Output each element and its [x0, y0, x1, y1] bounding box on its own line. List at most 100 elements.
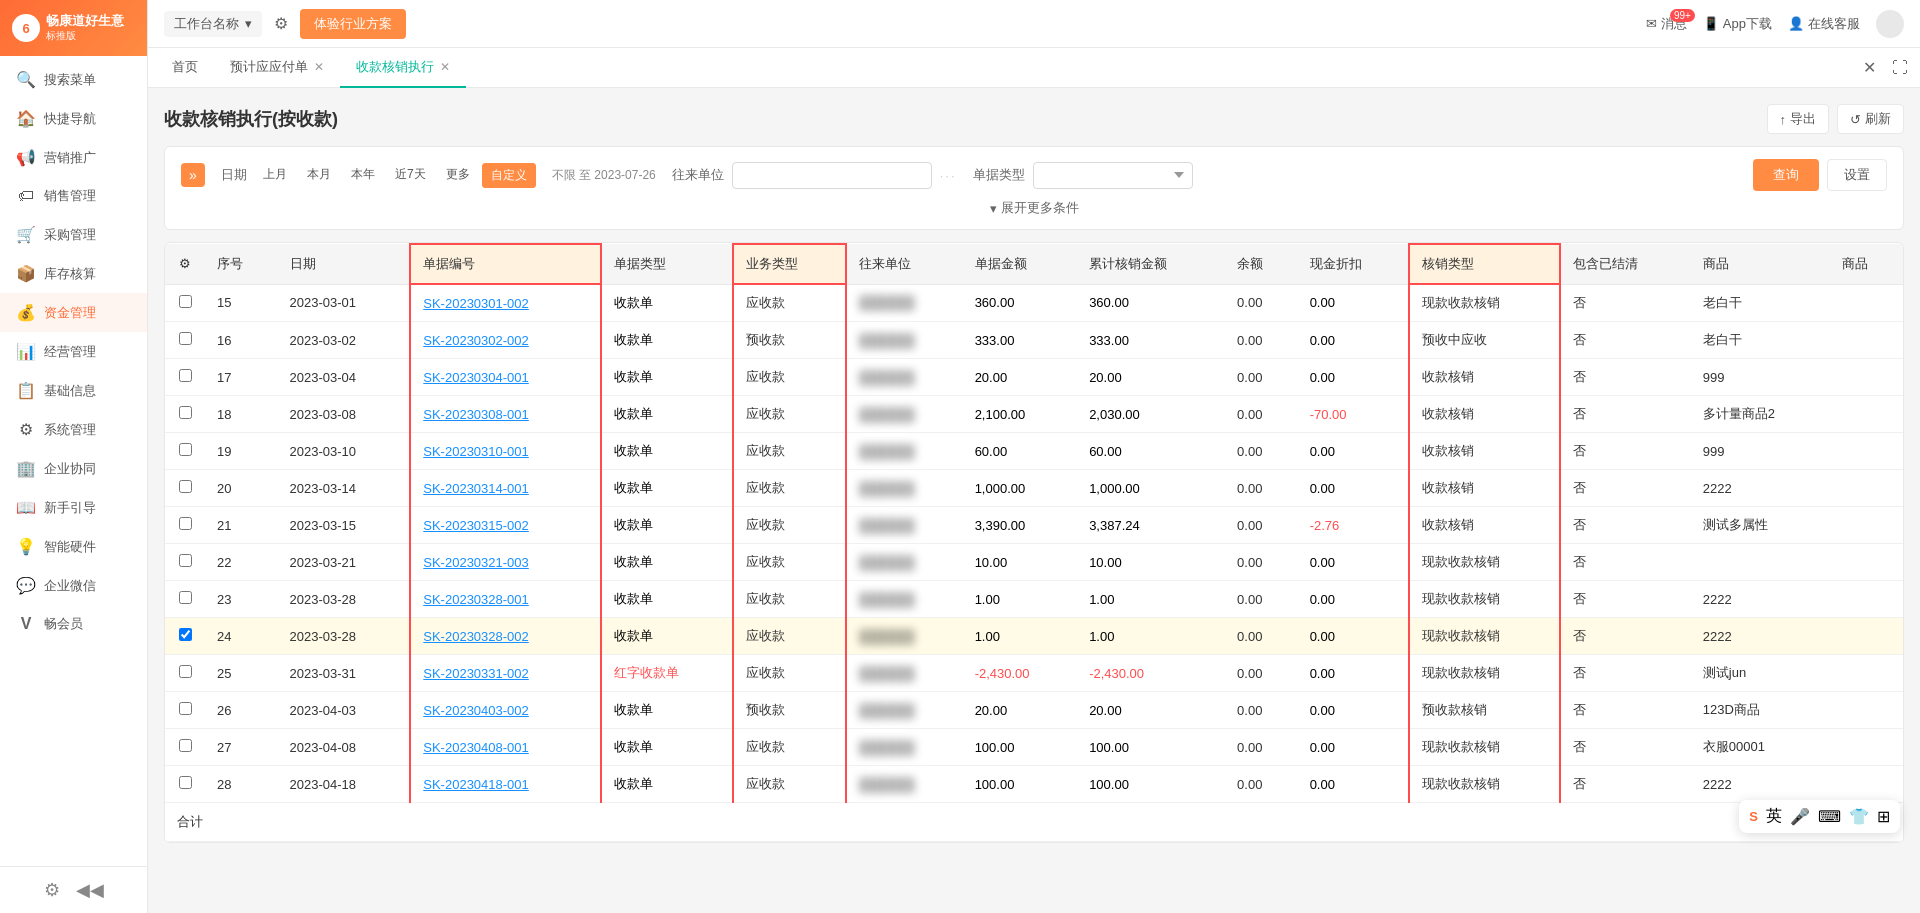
tab-prepay[interactable]: 预计应应付单 ✕: [214, 48, 340, 88]
date-option-this-year[interactable]: 本年: [343, 163, 383, 188]
table-row[interactable]: 18 2023-03-08 SK-20230308-001 收款单 应收款 ██…: [165, 396, 1903, 433]
workspace-selector[interactable]: 工作台名称 ▾: [164, 11, 262, 37]
ft-shirt-icon[interactable]: 👕: [1849, 807, 1869, 826]
cell-checkbox[interactable]: [165, 581, 205, 618]
cell-voucher-no[interactable]: SK-20230314-001: [410, 470, 601, 507]
col-include-settled-header[interactable]: 包含已结清: [1560, 244, 1691, 284]
cell-voucher-no[interactable]: SK-20230304-001: [410, 359, 601, 396]
ft-keyboard-icon[interactable]: ⌨: [1818, 807, 1841, 826]
col-voucher-no-header[interactable]: 单据编号: [410, 244, 601, 284]
table-row[interactable]: 21 2023-03-15 SK-20230315-002 收款单 应收款 ██…: [165, 507, 1903, 544]
refresh-button[interactable]: ↺ 刷新: [1837, 104, 1904, 134]
col-verify-type-header[interactable]: 核销类型: [1409, 244, 1560, 284]
ft-mic-icon[interactable]: 🎤: [1790, 807, 1810, 826]
ft-english-icon[interactable]: 英: [1766, 806, 1782, 827]
col-date-header[interactable]: 日期: [278, 244, 411, 284]
voucher-type-select[interactable]: [1033, 162, 1193, 189]
sidebar-item-search[interactable]: 🔍 搜索菜单: [0, 60, 147, 99]
sidebar-item-sales[interactable]: 🏷 销售管理: [0, 177, 147, 215]
cell-checkbox[interactable]: [165, 729, 205, 766]
col-goods-header[interactable]: 商品: [1691, 244, 1831, 284]
cell-voucher-no[interactable]: SK-20230301-002: [410, 284, 601, 322]
expand-more-button[interactable]: ▾ 展开更多条件: [990, 199, 1079, 217]
sidebar-item-member[interactable]: V 畅会员: [0, 605, 147, 643]
date-option-last-month[interactable]: 上月: [255, 163, 295, 188]
cell-checkbox[interactable]: [165, 544, 205, 581]
online-service-button[interactable]: 👤 在线客服: [1788, 15, 1860, 33]
table-row[interactable]: 28 2023-04-18 SK-20230418-001 收款单 应收款 ██…: [165, 766, 1903, 803]
solution-button[interactable]: 体验行业方案: [300, 9, 406, 39]
table-row[interactable]: 26 2023-04-03 SK-20230403-002 收款单 预收款 ██…: [165, 692, 1903, 729]
cell-voucher-no[interactable]: SK-20230321-003: [410, 544, 601, 581]
tab-home[interactable]: 首页: [156, 48, 214, 88]
cell-voucher-no[interactable]: SK-20230418-001: [410, 766, 601, 803]
table-row[interactable]: 25 2023-03-31 SK-20230331-002 红字收款单 应收款 …: [165, 655, 1903, 692]
cell-voucher-no[interactable]: SK-20230403-002: [410, 692, 601, 729]
user-avatar[interactable]: [1876, 10, 1904, 38]
sidebar-item-hardware[interactable]: 💡 智能硬件: [0, 527, 147, 566]
col-verified-header[interactable]: 累计核销金额: [1077, 244, 1225, 284]
cell-voucher-no[interactable]: SK-20230331-002: [410, 655, 601, 692]
table-row[interactable]: 19 2023-03-10 SK-20230310-001 收款单 应收款 ██…: [165, 433, 1903, 470]
table-row[interactable]: 24 2023-03-28 SK-20230328-002 收款单 应收款 ██…: [165, 618, 1903, 655]
table-row[interactable]: 16 2023-03-02 SK-20230302-002 收款单 预收款 ██…: [165, 322, 1903, 359]
sidebar-item-inventory[interactable]: 📦 库存核算: [0, 254, 147, 293]
col-biz-type-header[interactable]: 业务类型: [733, 244, 846, 284]
date-option-more[interactable]: 更多: [438, 163, 478, 188]
cell-voucher-no[interactable]: SK-20230328-001: [410, 581, 601, 618]
cell-checkbox[interactable]: [165, 470, 205, 507]
col-voucher-type-header[interactable]: 单据类型: [601, 244, 733, 284]
cell-voucher-no[interactable]: SK-20230408-001: [410, 729, 601, 766]
ft-grid-icon[interactable]: ⊞: [1877, 807, 1890, 826]
col-cash-discount-header[interactable]: 现金折扣: [1298, 244, 1410, 284]
cell-checkbox[interactable]: [165, 766, 205, 803]
table-row[interactable]: 17 2023-03-04 SK-20230304-001 收款单 应收款 ██…: [165, 359, 1903, 396]
sidebar-item-purchase[interactable]: 🛒 采购管理: [0, 215, 147, 254]
col-amount-header[interactable]: 单据金额: [963, 244, 1078, 284]
cell-checkbox[interactable]: [165, 359, 205, 396]
cell-checkbox[interactable]: [165, 618, 205, 655]
close-tab-icon[interactable]: ✕: [1859, 54, 1880, 81]
cell-voucher-no[interactable]: SK-20230302-002: [410, 322, 601, 359]
cell-checkbox[interactable]: [165, 433, 205, 470]
filter-expand-button[interactable]: »: [181, 163, 205, 187]
cell-voucher-no[interactable]: SK-20230308-001: [410, 396, 601, 433]
table-row[interactable]: 23 2023-03-28 SK-20230328-001 收款单 应收款 ██…: [165, 581, 1903, 618]
col-settings-header[interactable]: ⚙: [165, 244, 205, 284]
cell-checkbox[interactable]: [165, 284, 205, 322]
tab-verify-close[interactable]: ✕: [440, 60, 450, 74]
tab-prepay-close[interactable]: ✕: [314, 60, 324, 74]
cell-voucher-no[interactable]: SK-20230310-001: [410, 433, 601, 470]
expand-icon[interactable]: ⛶: [1888, 55, 1912, 81]
date-option-this-month[interactable]: 本月: [299, 163, 339, 188]
sidebar-item-nav[interactable]: 🏠 快捷导航: [0, 99, 147, 138]
settings-button[interactable]: 设置: [1827, 159, 1887, 191]
topbar-gear-icon[interactable]: ⚙: [274, 14, 288, 33]
cell-checkbox[interactable]: [165, 396, 205, 433]
sidebar-item-operations[interactable]: 📊 经营管理: [0, 332, 147, 371]
sidebar-item-wechat[interactable]: 💬 企业微信: [0, 566, 147, 605]
table-row[interactable]: 22 2023-03-21 SK-20230321-003 收款单 应收款 ██…: [165, 544, 1903, 581]
date-option-custom[interactable]: 自定义: [482, 163, 536, 188]
tab-verify[interactable]: 收款核销执行 ✕: [340, 48, 466, 88]
app-download-button[interactable]: 📱 App下载: [1703, 15, 1772, 33]
export-button[interactable]: ↑ 导出: [1767, 104, 1830, 134]
cell-checkbox[interactable]: [165, 692, 205, 729]
cell-checkbox[interactable]: [165, 655, 205, 692]
message-button[interactable]: ✉ 消息 99+: [1646, 15, 1687, 33]
sidebar-item-guide[interactable]: 📖 新手引导: [0, 488, 147, 527]
cell-checkbox[interactable]: [165, 322, 205, 359]
sidebar-item-marketing[interactable]: 📢 营销推广: [0, 138, 147, 177]
cell-voucher-no[interactable]: SK-20230328-002: [410, 618, 601, 655]
col-balance-header[interactable]: 余额: [1225, 244, 1298, 284]
date-option-7days[interactable]: 近7天: [387, 163, 434, 188]
settings-bottom-icon[interactable]: ⚙: [40, 875, 64, 905]
sidebar-item-basics[interactable]: 📋 基础信息: [0, 371, 147, 410]
cell-voucher-no[interactable]: SK-20230315-002: [410, 507, 601, 544]
col-goods2-header[interactable]: 商品: [1830, 244, 1903, 284]
table-row[interactable]: 15 2023-03-01 SK-20230301-002 收款单 应收款 ██…: [165, 284, 1903, 322]
cell-checkbox[interactable]: [165, 507, 205, 544]
sidebar-item-system[interactable]: ⚙ 系统管理: [0, 410, 147, 449]
col-partner-header[interactable]: 往来单位: [846, 244, 962, 284]
sidebar-item-finance[interactable]: 💰 资金管理: [0, 293, 147, 332]
